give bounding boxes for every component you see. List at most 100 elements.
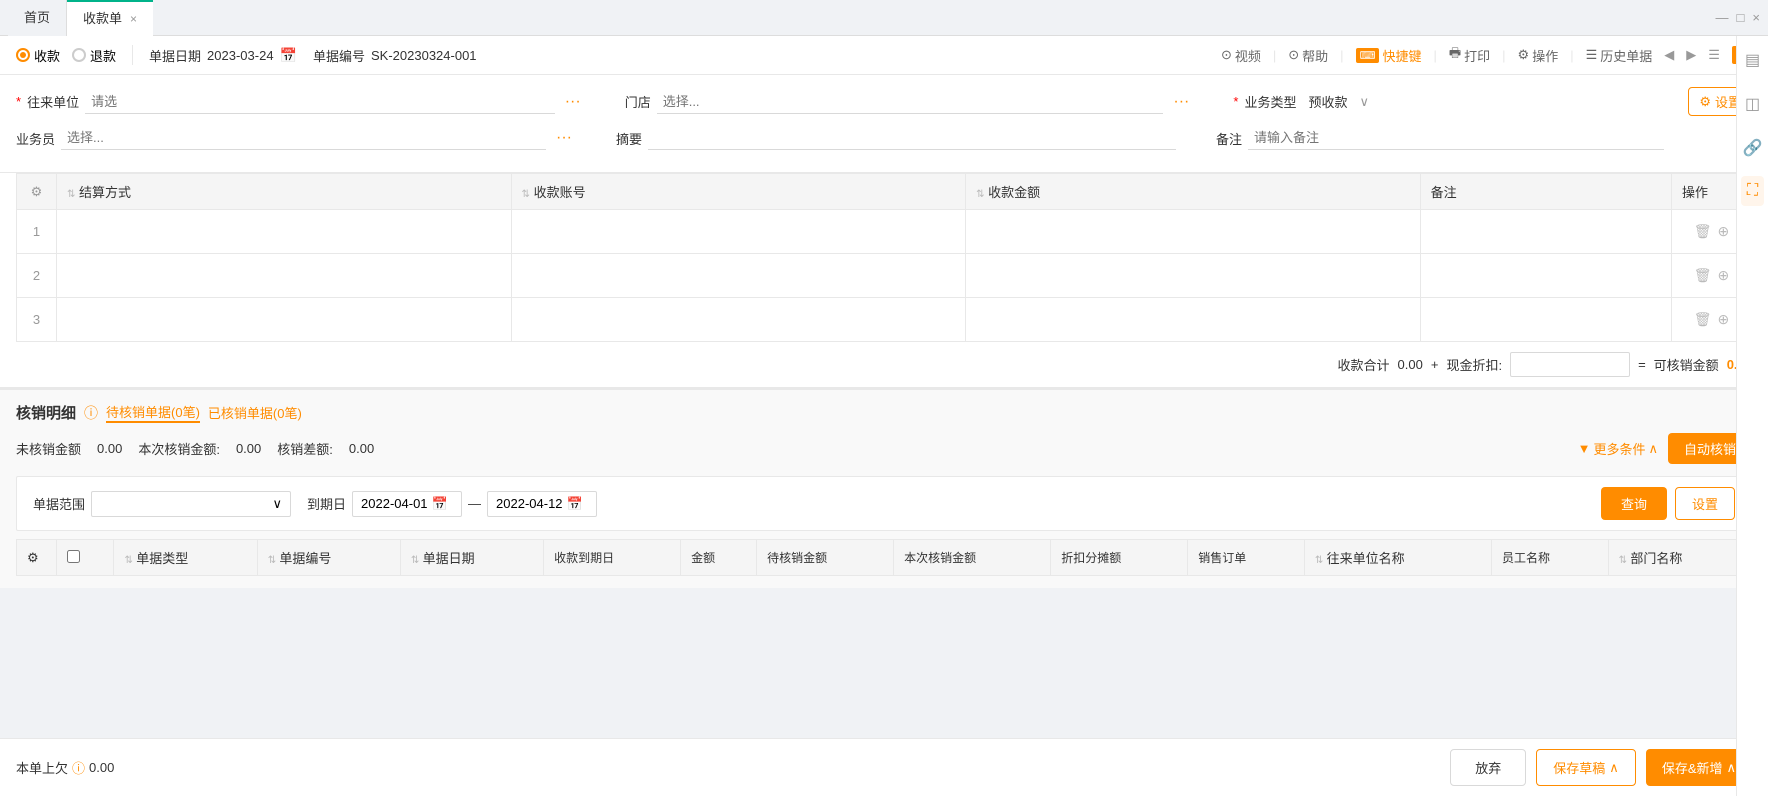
receipt-radio-circle: [16, 48, 30, 62]
delete-icon-3[interactable]: 🗑: [1694, 311, 1712, 328]
tab-home[interactable]: 首页: [8, 0, 67, 36]
store-input[interactable]: [657, 90, 1164, 114]
amount-cell-1[interactable]: [966, 210, 1421, 254]
save-new-arrow: ∧: [1726, 760, 1736, 776]
checkbox-th: ⚙: [17, 540, 57, 576]
copy-icon-3[interactable]: ⊕: [1718, 311, 1730, 328]
tab-receipt[interactable]: 收款单 ×: [67, 0, 153, 36]
counterpart-input[interactable]: [85, 90, 555, 114]
chevron-up-icon: ∧: [1648, 441, 1658, 457]
account-cell-2[interactable]: [511, 254, 966, 298]
copy-icon-2[interactable]: ⊕: [1718, 267, 1730, 284]
save-draft-label: 保存草稿: [1553, 758, 1605, 777]
window-controls: — □ ×: [1716, 10, 1760, 25]
sidebar-expand-icon[interactable]: ⛶: [1741, 176, 1764, 206]
amount-cell-2[interactable]: [966, 254, 1421, 298]
note-input[interactable]: [1248, 126, 1664, 150]
range-label: 单据范围: [33, 494, 85, 513]
tab-pending[interactable]: 待核销单据(0笔): [106, 402, 200, 423]
business-type-field: * 业务类型 预收款 ∨: [1233, 88, 1688, 115]
delete-icon-1[interactable]: 🗑: [1694, 223, 1712, 240]
counterpart-more-btn[interactable]: ···: [561, 93, 585, 111]
table-row: 3 🗑 ⊕: [17, 298, 1752, 342]
toolbar-divider-1: [132, 45, 133, 65]
nav-left-icon[interactable]: ◀: [1664, 47, 1674, 63]
calendar-icon[interactable]: 📅: [280, 47, 297, 64]
video-btn[interactable]: ⊙ 视频: [1221, 46, 1261, 65]
sidebar-link-icon[interactable]: 🔗: [1737, 132, 1768, 164]
help-btn[interactable]: ⊙ 帮助: [1288, 46, 1328, 65]
tab-close-icon[interactable]: ×: [130, 1, 137, 37]
range-field: 单据范围 ∨: [33, 491, 291, 517]
counterpart-field: * 往来单位 ···: [16, 90, 585, 114]
verif-info-icon[interactable]: ⓘ: [84, 403, 98, 423]
range-select[interactable]: ∨: [91, 491, 291, 517]
discount-input[interactable]: [1510, 352, 1630, 377]
operation-btn[interactable]: ⚙ 操作: [1518, 46, 1559, 65]
tab-verified[interactable]: 已核销单据(0笔): [208, 403, 302, 422]
shortcut-icon: ⌨: [1356, 48, 1380, 63]
sidebar-page-icon[interactable]: ◫: [1739, 88, 1766, 120]
col-date-header: ⇅ 单据日期: [400, 540, 543, 576]
history-btn[interactable]: ☰ 历史单据: [1586, 46, 1653, 65]
help-icon: ⊙: [1288, 47, 1299, 63]
list-view-icon[interactable]: ☰: [1708, 47, 1720, 63]
more-conditions-btn[interactable]: ▼ 更多条件 ∧: [1578, 439, 1658, 458]
store-more-btn[interactable]: ···: [1169, 93, 1193, 111]
table-gear-icon[interactable]: ⚙: [31, 184, 43, 199]
note-label: 备注: [1216, 129, 1242, 148]
shortcut-btn[interactable]: ⌨ 快捷键: [1356, 46, 1422, 65]
bottom-spacer: [0, 588, 1768, 648]
filter-settings-btn[interactable]: 设置: [1675, 487, 1735, 520]
settings-icon: ⚙: [1699, 94, 1711, 110]
print-icon: 🖶: [1449, 44, 1461, 66]
delete-icon-2[interactable]: 🗑: [1694, 267, 1712, 284]
salesperson-label: 业务员: [16, 129, 55, 148]
toolbar-right: ⊙ 视频 | ⊙ 帮助 | ⌨ 快捷键 | 🖶 打印 | ⚙ 操作: [1221, 44, 1752, 66]
salesperson-more-btn[interactable]: ···: [552, 129, 576, 147]
select-all-checkbox[interactable]: [67, 550, 80, 563]
total-label: 收款合计: [1338, 355, 1390, 374]
col-settlement-header: ⇅ 结算方式: [57, 174, 512, 210]
settlement-cell-2[interactable]: [57, 254, 512, 298]
copy-icon-1[interactable]: ⊕: [1718, 223, 1730, 240]
settlement-cell-1[interactable]: [57, 210, 512, 254]
minimize-icon[interactable]: —: [1716, 10, 1729, 25]
nav-right-icon[interactable]: ▶: [1686, 47, 1696, 63]
verifiable-label: 可核销金额: [1654, 355, 1719, 374]
date-from-field[interactable]: 2022-04-01 📅: [352, 491, 462, 517]
table-gear-icon2[interactable]: ⚙: [27, 550, 39, 565]
amount-cell-3[interactable]: [966, 298, 1421, 342]
filter-row: 单据范围 ∨ 到期日 2022-04-01 📅 — 2022-04-12 📅: [16, 476, 1752, 531]
info-icon[interactable]: ⓘ: [72, 758, 85, 777]
operation-icon: ⚙: [1518, 47, 1530, 63]
print-btn[interactable]: 🖶 打印: [1449, 44, 1490, 66]
col-dept-header: ⇅ 部门名称: [1608, 540, 1751, 576]
note-cell-3[interactable]: [1420, 298, 1671, 342]
summary-input[interactable]: [648, 126, 1176, 150]
query-btn[interactable]: 查询: [1601, 487, 1667, 520]
note-cell-1[interactable]: [1420, 210, 1671, 254]
restore-icon[interactable]: □: [1737, 10, 1745, 25]
account-cell-1[interactable]: [511, 210, 966, 254]
save-draft-btn[interactable]: 保存草稿 ∧: [1536, 749, 1636, 786]
receipt-radio[interactable]: 收款: [16, 46, 60, 65]
salesperson-input[interactable]: [61, 126, 546, 150]
due-date-label: 到期日: [307, 494, 346, 513]
col-amount-header: 金额: [681, 540, 757, 576]
biz-arrow[interactable]: ∨: [1359, 94, 1369, 110]
diff-value: 0.00: [349, 441, 374, 456]
date-to-field[interactable]: 2022-04-12 📅: [487, 491, 597, 517]
date-value: 2023-03-24: [207, 48, 274, 63]
note-cell-2[interactable]: [1420, 254, 1671, 298]
account-cell-3[interactable]: [511, 298, 966, 342]
filter-icon: ▼: [1578, 441, 1591, 456]
close-icon[interactable]: ×: [1752, 10, 1760, 25]
refund-radio[interactable]: 退款: [72, 46, 116, 65]
current-value: 0.00: [236, 441, 261, 456]
info-value: 0.00: [89, 760, 114, 775]
settlement-cell-3[interactable]: [57, 298, 512, 342]
sidebar-table-icon[interactable]: ▤: [1739, 44, 1766, 76]
abandon-btn[interactable]: 放弃: [1450, 749, 1526, 786]
number-value: SK-20230324-001: [371, 48, 477, 63]
